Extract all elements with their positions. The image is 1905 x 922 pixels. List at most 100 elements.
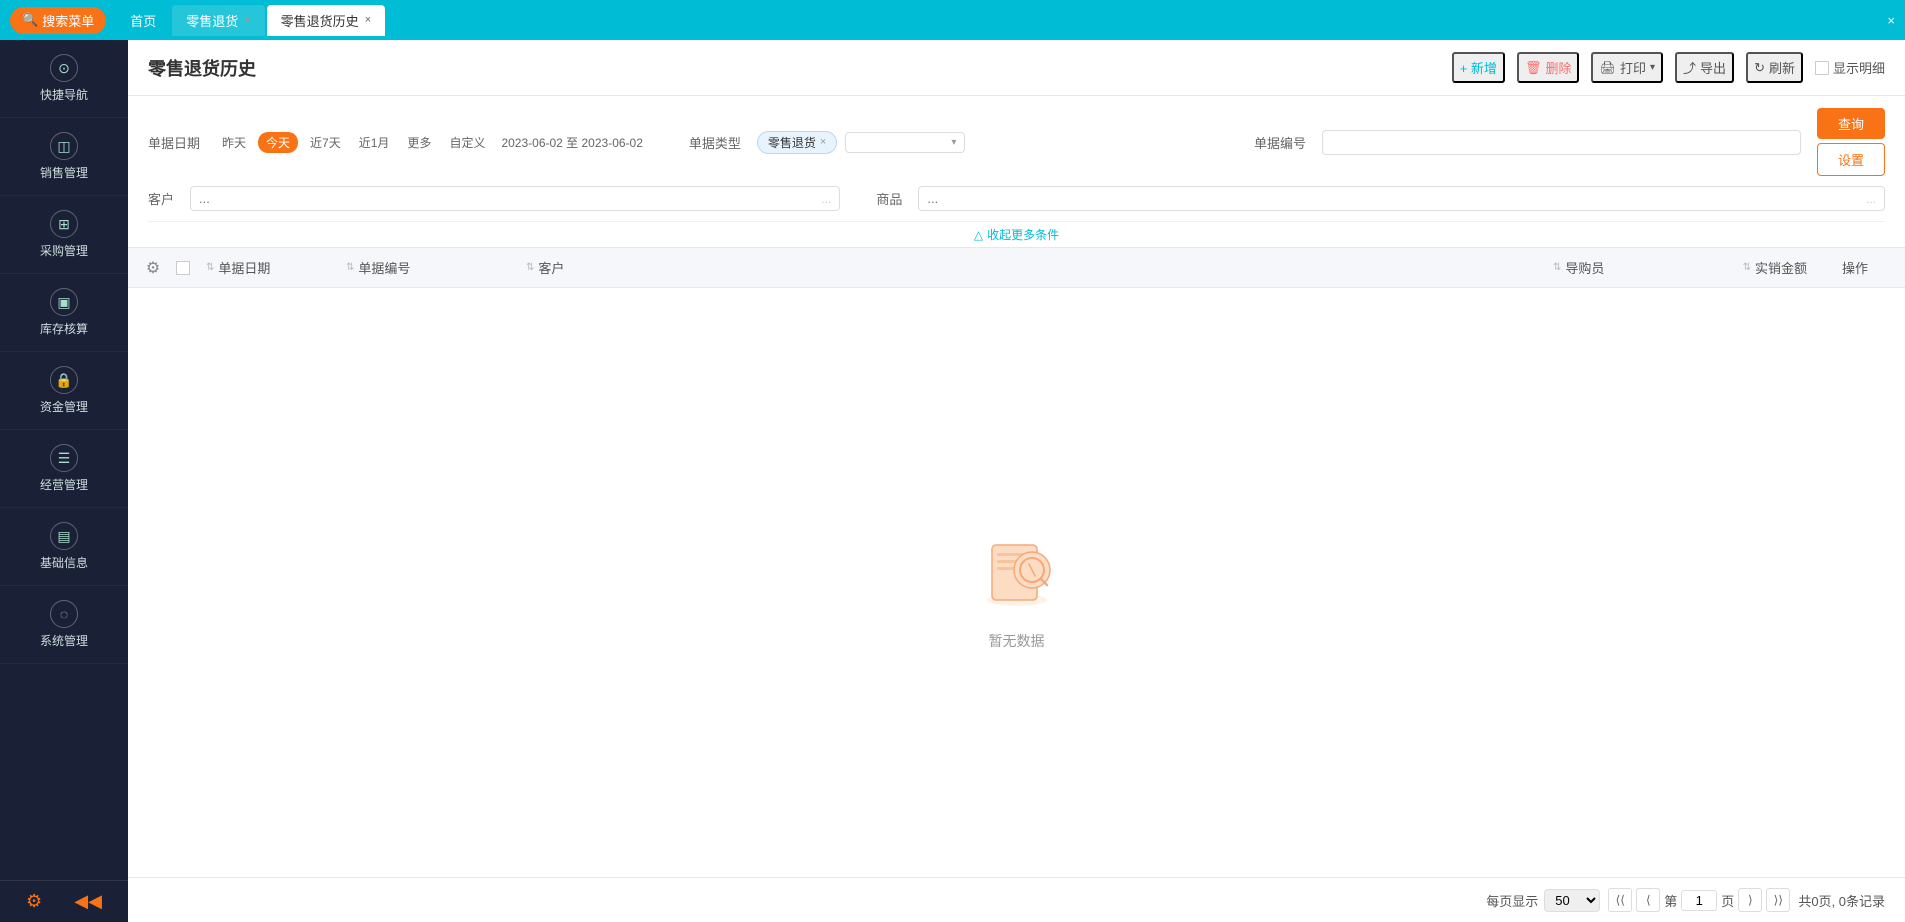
date-label: 单据日期 [148, 133, 200, 152]
date-btn-7days[interactable]: 近7天 [304, 132, 347, 153]
sidebar-item-purchase-mgmt[interactable]: ⊞ 采购管理 [0, 196, 128, 274]
first-page-btn[interactable]: ⟨⟨ [1608, 888, 1632, 912]
th-num[interactable]: ⇅ 单据编号 [338, 258, 518, 277]
th-amount[interactable]: ⇅ 实销金额 [1695, 258, 1815, 277]
page-header: 零售退货历史 + 新增 🗑 删除 🖨 打印 ▾ ⤴ 导出 ↻ [128, 40, 1905, 96]
empty-illustration [967, 515, 1067, 615]
export-label: 导出 [1700, 58, 1726, 77]
sidebar-item-sys-mgmt-label: 系统管理 [40, 632, 88, 649]
customer-field[interactable] [199, 191, 821, 206]
goods-label: 商品 [876, 189, 902, 208]
filter-area: 单据日期 昨天 今天 近7天 近1月 更多 自定义 2023-06-02 至 2… [128, 96, 1905, 248]
sidebar-item-sales-mgmt[interactable]: ◫ 销售管理 [0, 118, 128, 196]
content-area: 零售退货历史 + 新增 🗑 删除 🖨 打印 ▾ ⤴ 导出 ↻ [128, 40, 1905, 922]
sidebar-item-basic-info[interactable]: ▤ 基础信息 [0, 508, 128, 586]
column-settings-btn[interactable]: ⚙ [138, 258, 168, 278]
delete-label: 删除 [1545, 58, 1571, 77]
date-btn-more[interactable]: 更多 [401, 132, 437, 153]
date-btn-yesterday[interactable]: 昨天 [216, 132, 252, 153]
print-icon: 🖨 [1599, 60, 1616, 76]
collapse-btn[interactable]: △ 收起更多条件 [148, 221, 1885, 247]
sidebar-item-sales-mgmt-label: 销售管理 [40, 164, 88, 181]
query-btn[interactable]: 查询 [1817, 108, 1885, 139]
goods-field[interactable] [927, 191, 1866, 206]
delete-btn[interactable]: 🗑 删除 [1517, 52, 1580, 83]
tab-home[interactable]: 首页 [116, 5, 170, 36]
date-filters: 昨天 今天 近7天 近1月 更多 自定义 2023-06-02 至 2023-0… [216, 132, 643, 153]
doc-num-label: 单据编号 [1254, 133, 1306, 152]
total-info: 共0页, 0条记录 [1798, 891, 1885, 910]
th-customer[interactable]: ⇅ 客户 [518, 258, 1545, 277]
refresh-label: 刷新 [1769, 58, 1795, 77]
doc-type-tag-area: 零售退货 × ▾ [757, 131, 1218, 154]
settings-bottom-icon[interactable]: ⚙ [26, 891, 42, 912]
select-all-checkbox[interactable] [168, 261, 198, 275]
sidebar-item-quick-nav[interactable]: ⊙ 快捷导航 [0, 40, 128, 118]
show-detail-checkbox[interactable] [1815, 61, 1829, 75]
tab-retail-return-close[interactable]: × [244, 14, 250, 26]
tab-retail-return-history[interactable]: 零售退货历史 × [267, 5, 385, 36]
new-btn[interactable]: + 新增 [1452, 52, 1505, 83]
sidebar-item-finance[interactable]: 🔒 资金管理 [0, 352, 128, 430]
print-chevron-icon: ▾ [1650, 62, 1655, 73]
query-set-group: 查询 设置 [1817, 108, 1885, 176]
goods-dots: ... [1866, 192, 1876, 206]
doc-type-tag-close[interactable]: × [820, 136, 826, 148]
page-size-group: 每页显示 20 50 100 [1486, 889, 1600, 912]
customer-label: 客户 [148, 189, 174, 208]
sidebar-item-ops-mgmt[interactable]: ☰ 经营管理 [0, 430, 128, 508]
delete-icon: 🗑 [1525, 60, 1542, 76]
print-btn[interactable]: 🖨 打印 ▾ [1591, 52, 1663, 83]
top-bar: 🔍 搜索菜单 首页 零售退货 × 零售退货历史 × × [0, 0, 1905, 40]
doc-type-label: 单据类型 [689, 133, 741, 152]
date-btn-custom[interactable]: 自定义 [443, 132, 491, 153]
prev-page-btn[interactable]: ⟨ [1636, 888, 1660, 912]
empty-text: 暂无数据 [989, 631, 1045, 651]
sidebar: ⊙ 快捷导航 ◫ 销售管理 ⊞ 采购管理 ▣ 库存核算 🔒 资金管理 ☰ 经营管… [0, 40, 128, 922]
sort-customer-icon: ⇅ [526, 262, 534, 273]
page-num-input[interactable] [1681, 890, 1717, 911]
doc-type-dropdown[interactable]: ▾ [845, 132, 965, 153]
sort-guide-icon: ⇅ [1553, 262, 1561, 273]
sidebar-item-inventory-label: 库存核算 [40, 320, 88, 337]
set-btn[interactable]: 设置 [1817, 143, 1885, 176]
th-amount-label: 实销金额 [1755, 258, 1807, 277]
tab-retail-return-history-close[interactable]: × [365, 14, 371, 26]
th-guide[interactable]: ⇅ 导购员 [1545, 258, 1695, 277]
sales-mgmt-icon: ◫ [50, 132, 78, 160]
sidebar-item-purchase-mgmt-label: 采购管理 [40, 242, 88, 259]
tab-retail-return[interactable]: 零售退货 × [172, 5, 264, 36]
filter-row-2: 客户 ... 商品 ... [148, 186, 1885, 211]
search-menu-btn[interactable]: 🔍 搜索菜单 [10, 7, 106, 34]
inventory-icon: ▣ [50, 288, 78, 316]
page-label: 第 [1664, 891, 1677, 910]
print-label: 打印 [1620, 58, 1646, 77]
page-size-select[interactable]: 20 50 100 [1544, 889, 1600, 912]
doc-num-input[interactable] [1322, 130, 1801, 155]
date-btn-today[interactable]: 今天 [258, 132, 298, 153]
window-close-btn[interactable]: × [1887, 13, 1895, 28]
customer-input[interactable]: ... [190, 186, 840, 211]
next-page-btn[interactable]: ⟩ [1738, 888, 1762, 912]
th-date[interactable]: ⇅ 单据日期 [198, 258, 338, 277]
doc-type-chevron-icon: ▾ [951, 137, 956, 148]
export-btn[interactable]: ⤴ 导出 [1675, 52, 1734, 83]
th-customer-label: 客户 [538, 258, 564, 277]
page-unit: 页 [1721, 891, 1734, 910]
refresh-btn[interactable]: ↻ 刷新 [1746, 52, 1803, 83]
sidebar-item-sys-mgmt[interactable]: ◌ 系统管理 [0, 586, 128, 664]
goods-input[interactable]: ... [918, 186, 1885, 211]
header-checkbox[interactable] [176, 261, 190, 275]
audio-bottom-icon[interactable]: ◀◀ [74, 891, 102, 912]
page-title: 零售退货历史 [148, 55, 256, 81]
date-btn-1month[interactable]: 近1月 [353, 132, 396, 153]
sidebar-item-inventory[interactable]: ▣ 库存核算 [0, 274, 128, 352]
basic-info-icon: ▤ [50, 522, 78, 550]
doc-num-field[interactable] [1331, 135, 1792, 150]
table-area: ⚙ ⇅ 单据日期 ⇅ 单据编号 ⇅ 客户 ⇅ 导购员 [128, 248, 1905, 922]
th-action-label: 操作 [1842, 258, 1868, 277]
empty-state: 暂无数据 [128, 288, 1905, 877]
page-nav: ⟨⟨ ⟨ 第 页 ⟩ ⟩⟩ [1608, 888, 1790, 912]
th-num-label: 单据编号 [358, 258, 410, 277]
last-page-btn[interactable]: ⟩⟩ [1766, 888, 1790, 912]
